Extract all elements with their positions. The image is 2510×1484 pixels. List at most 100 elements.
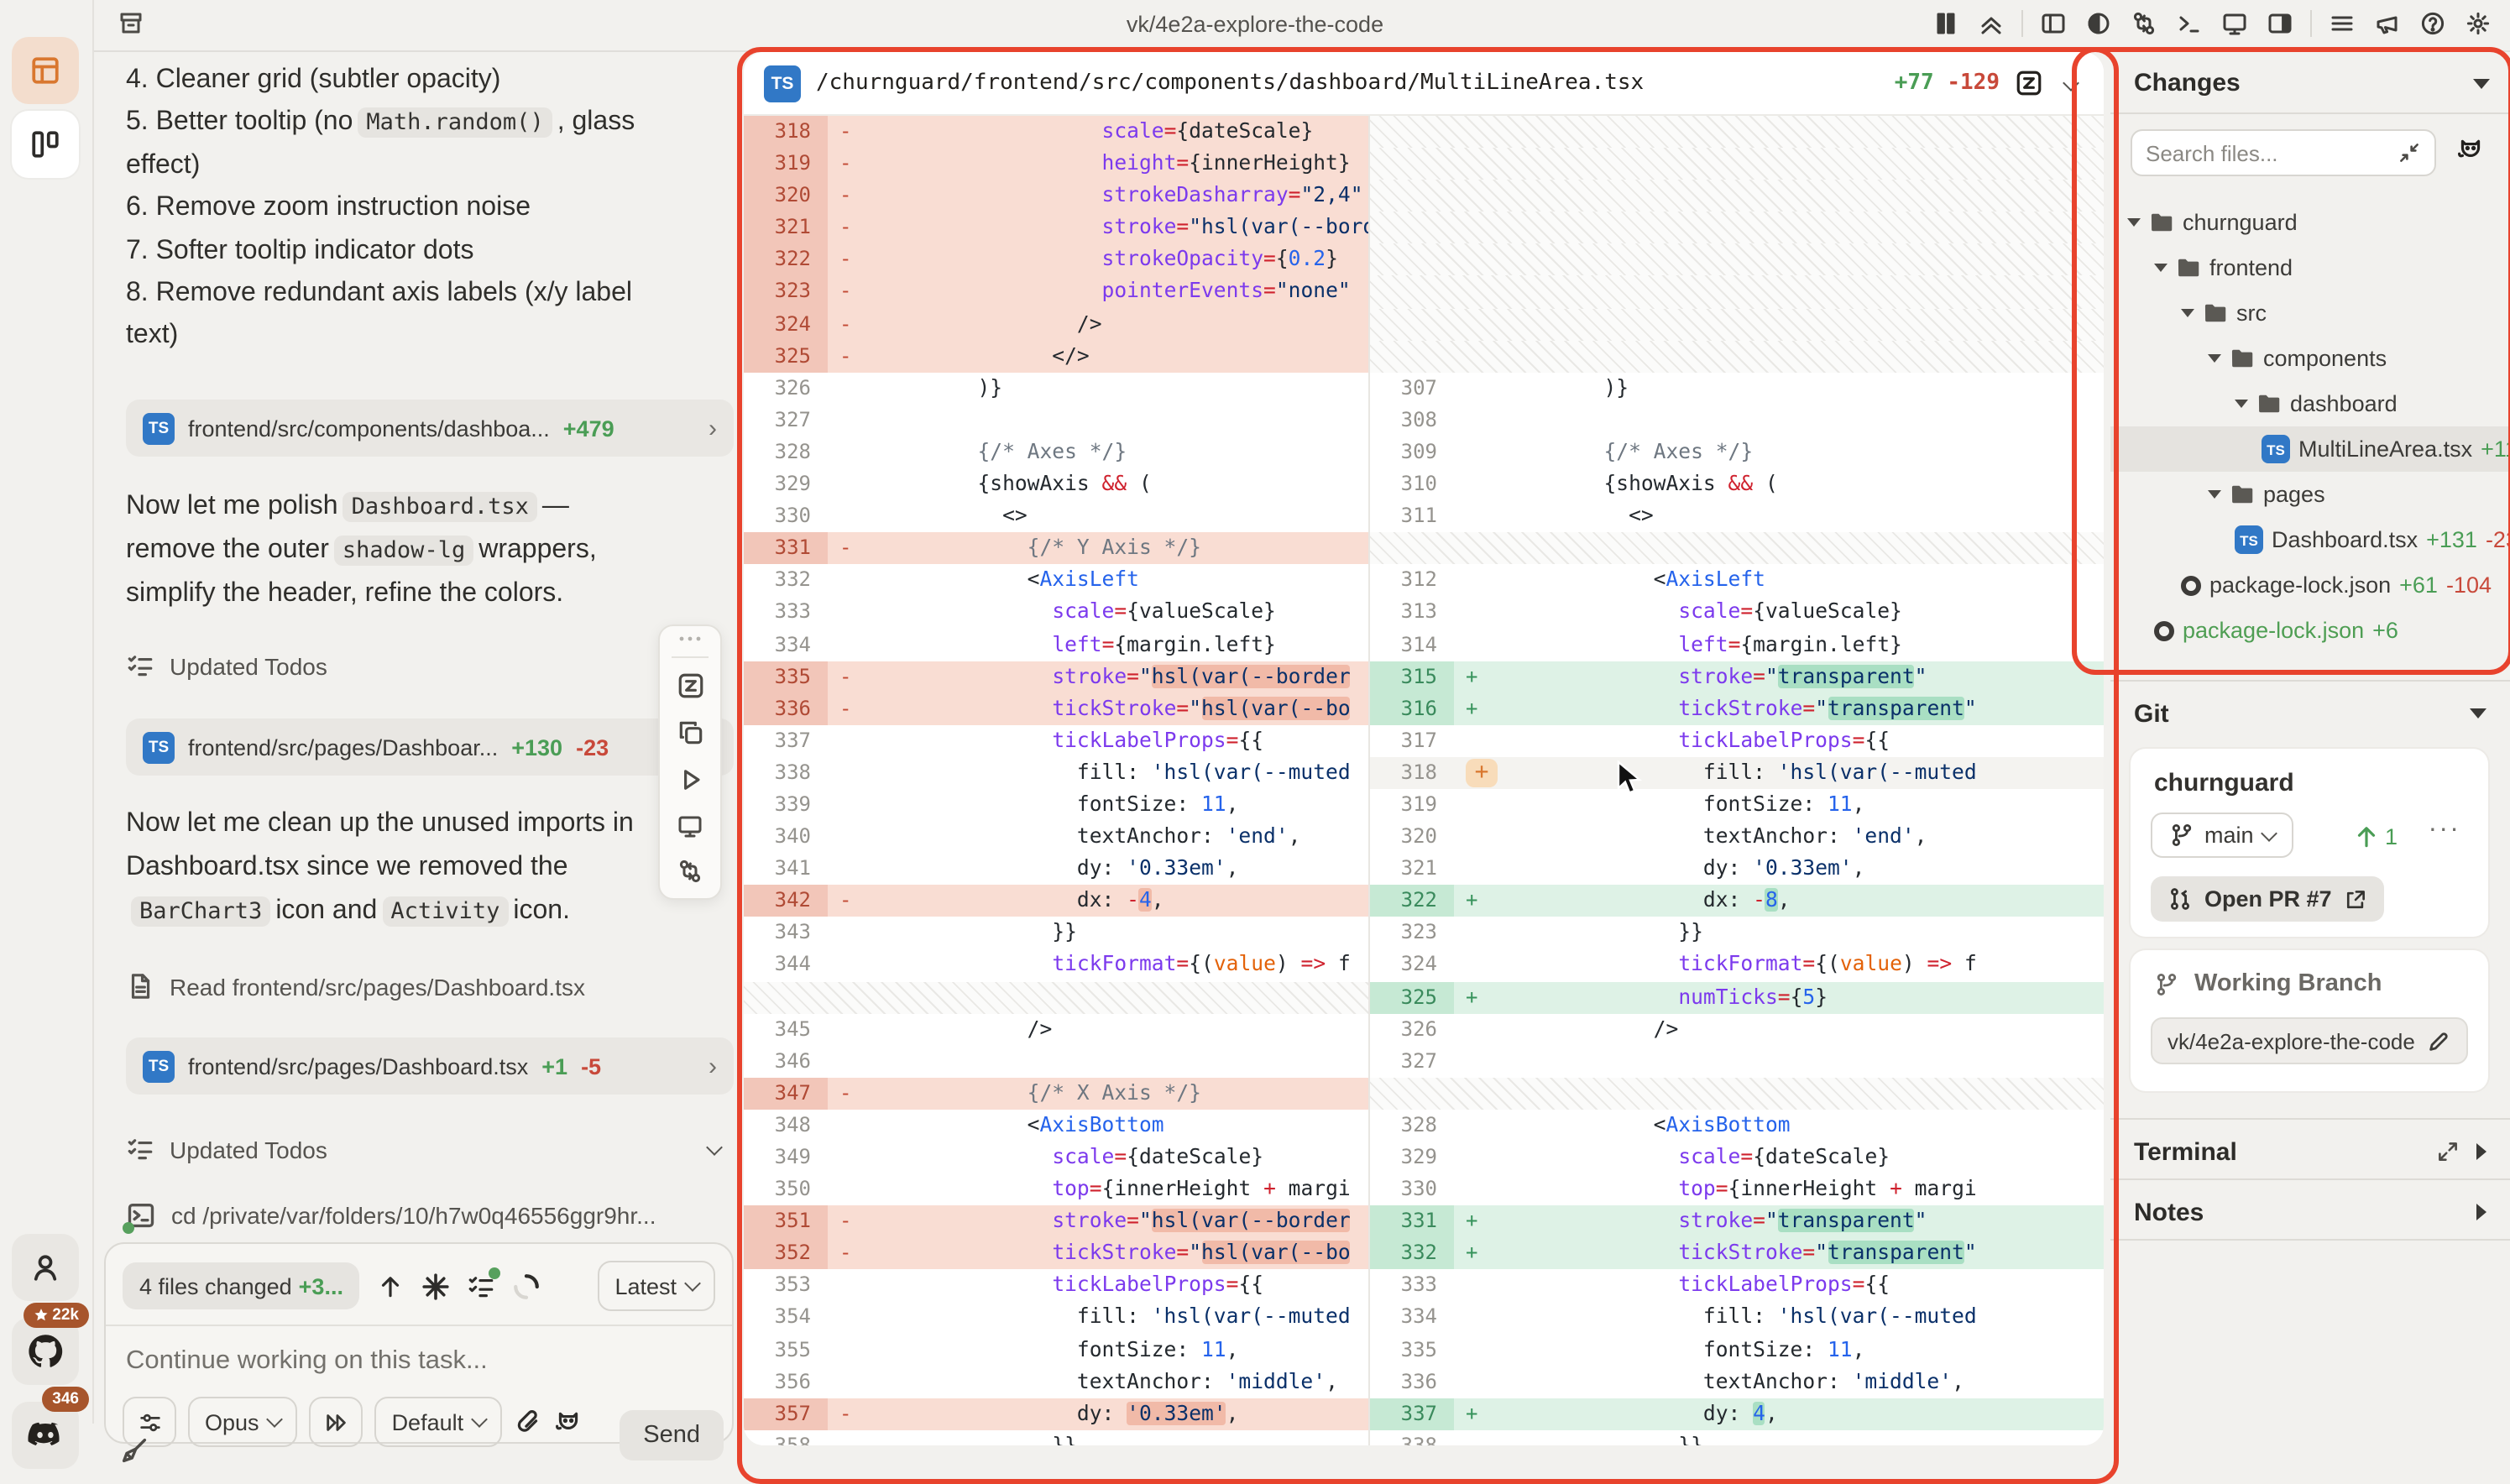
diff-row[interactable]: 330 <>311 <> bbox=[744, 500, 2104, 532]
diff-row[interactable]: 341 dy: '0.33em',321 dy: '0.33em', bbox=[744, 853, 2104, 885]
diff-row[interactable]: 323- pointerEvents="none" bbox=[744, 276, 2104, 308]
expand-icon[interactable] bbox=[2436, 1140, 2460, 1163]
github-button[interactable]: 22k bbox=[12, 1318, 79, 1385]
more-menu[interactable]: ... bbox=[2429, 809, 2461, 839]
notes-section-header[interactable]: Notes bbox=[2110, 1189, 2510, 1236]
file-chip-dashboard-progress[interactable]: TS frontend/src/pages/Dashboar... +130 -… bbox=[126, 718, 734, 776]
z-diff-icon[interactable] bbox=[2015, 69, 2043, 97]
contrast-icon[interactable] bbox=[2084, 8, 2114, 39]
diff-row[interactable]: 352- tickStroke="hsl(var(--bo332+ tickSt… bbox=[744, 1238, 2104, 1270]
git-section-header[interactable]: Git bbox=[2110, 692, 2510, 735]
diff-row[interactable]: 329 {showAxis && (310 {showAxis && ( bbox=[744, 468, 2104, 500]
copy-icon[interactable] bbox=[676, 718, 704, 747]
todos-icon[interactable] bbox=[468, 1272, 496, 1300]
z-diff-icon[interactable] bbox=[676, 671, 704, 700]
megaphone-icon[interactable] bbox=[2372, 8, 2403, 39]
diff-row[interactable]: 350 top={innerHeight + margi330 top={inn… bbox=[744, 1173, 2104, 1205]
gear-icon[interactable] bbox=[2463, 8, 2493, 39]
add-comment-button[interactable]: + bbox=[1466, 759, 1498, 787]
branch-dropdown[interactable]: main bbox=[2151, 813, 2294, 858]
caret-down-icon[interactable] bbox=[2208, 354, 2221, 363]
cat-icon[interactable] bbox=[2456, 136, 2485, 165]
changes-header[interactable]: Changes bbox=[2134, 69, 2241, 97]
open-pr-button[interactable]: Open PR #7 bbox=[2151, 876, 2384, 922]
diff-row[interactable]: 347- {/* X Axis */} bbox=[744, 1078, 2104, 1110]
diff-row[interactable]: 342- dx: -4,322+ dx: -8, bbox=[744, 886, 2104, 917]
account-button[interactable] bbox=[12, 1234, 79, 1301]
read-file-row[interactable]: Read frontend/src/pages/Dashboard.tsx bbox=[126, 972, 585, 1001]
diff-row[interactable]: 337 tickLabelProps={{317 tickLabelProps=… bbox=[744, 725, 2104, 757]
diff-row[interactable]: 334 left={margin.left}314 left={margin.l… bbox=[744, 629, 2104, 661]
diff-row[interactable]: 345 />326 /> bbox=[744, 1013, 2104, 1045]
collapse-changes-icon[interactable] bbox=[2473, 79, 2490, 89]
git-compare-icon[interactable] bbox=[677, 858, 703, 885]
diff-row[interactable]: 326 )}307 )} bbox=[744, 373, 2104, 405]
diff-row[interactable]: 357- dy: '0.33em',337+ dy: 4, bbox=[744, 1398, 2104, 1430]
diff-row[interactable]: 356 textAnchor: 'middle',336 textAnchor:… bbox=[744, 1366, 2104, 1398]
terminal-section-header[interactable]: Terminal bbox=[2110, 1128, 2510, 1175]
help-icon[interactable] bbox=[2418, 8, 2448, 39]
diff-row[interactable]: 321- stroke="hsl(var(--border bbox=[744, 212, 2104, 244]
terminal-prompt-icon[interactable] bbox=[2174, 8, 2204, 39]
diff-row[interactable]: 318- scale={dateScale} bbox=[744, 116, 2104, 148]
play-icon[interactable] bbox=[676, 766, 704, 794]
diff-row[interactable]: 340 textAnchor: 'end',320 textAnchor: 'e… bbox=[744, 821, 2104, 853]
scroll-up-icon[interactable] bbox=[377, 1272, 405, 1300]
diff-row[interactable]: 335- stroke="hsl(var(--border315+ stroke… bbox=[744, 661, 2104, 692]
updated-todos-row-2[interactable]: Updated Todos bbox=[126, 1135, 720, 1163]
attach-icon[interactable] bbox=[514, 1408, 542, 1436]
updated-todos-row[interactable]: Updated Todos bbox=[126, 651, 327, 680]
model-dropdown[interactable]: Opus bbox=[188, 1397, 298, 1447]
caret-down-icon[interactable] bbox=[2235, 400, 2248, 408]
diff-row[interactable]: 325- </> bbox=[744, 340, 2104, 372]
broom-icon[interactable] bbox=[119, 1435, 149, 1466]
tree-item-package-lock-json[interactable]: package-lock.json+6 bbox=[2110, 608, 2510, 653]
caret-down-icon[interactable] bbox=[2127, 218, 2141, 227]
diff-row[interactable]: 354 fill: 'hsl(var(--muted334 fill: 'hsl… bbox=[744, 1302, 2104, 1334]
terminal-command-row[interactable]: cd /private/var/folders/10/h7w0q46556ggr… bbox=[126, 1200, 656, 1231]
caret-down-icon[interactable] bbox=[2181, 309, 2194, 317]
diff-row[interactable]: 343 }}323 }} bbox=[744, 917, 2104, 949]
tree-item-components[interactable]: components bbox=[2110, 336, 2510, 381]
tree-item-package-lock-json[interactable]: package-lock.json+61-104 bbox=[2110, 562, 2510, 608]
collapse-up-icon[interactable] bbox=[1976, 8, 2006, 39]
diff-row[interactable]: 353 tickLabelProps={{333 tickLabelProps=… bbox=[744, 1270, 2104, 1302]
files-changed-chip[interactable]: 4 files changed +3... bbox=[123, 1262, 360, 1309]
diff-row[interactable]: 355 fontSize: 11,335 fontSize: 11, bbox=[744, 1334, 2104, 1366]
diff-row[interactable]: 351- stroke="hsl(var(--border331+ stroke… bbox=[744, 1205, 2104, 1237]
grip-dots-icon[interactable] bbox=[677, 635, 703, 643]
sparkle-icon[interactable] bbox=[422, 1272, 451, 1300]
edit-pencil-icon[interactable] bbox=[2426, 1028, 2451, 1053]
monitor-icon[interactable] bbox=[677, 813, 703, 839]
panel-left-icon[interactable] bbox=[2038, 8, 2068, 39]
panel-right-icon[interactable] bbox=[2265, 8, 2295, 39]
diff-row[interactable]: 346327 bbox=[744, 1045, 2104, 1077]
diff-row[interactable]: 333 scale={valueScale}313 scale={valueSc… bbox=[744, 597, 2104, 629]
diff-row[interactable]: 339 fontSize: 11,319 fontSize: 11, bbox=[744, 789, 2104, 821]
tree-item-dashboard[interactable]: dashboard bbox=[2110, 381, 2510, 426]
diff-row[interactable]: 328 {/* Axes */}309 {/* Axes */} bbox=[744, 436, 2104, 468]
send-button[interactable]: Send bbox=[620, 1410, 724, 1460]
working-branch-input[interactable]: vk/4e2a-explore-the-code bbox=[2151, 1017, 2468, 1064]
diff-row[interactable]: 320- strokeDasharray="2,4" bbox=[744, 180, 2104, 212]
layout-panel-button[interactable] bbox=[12, 37, 79, 104]
diff-row[interactable]: 349 scale={dateScale}329 scale={dateScal… bbox=[744, 1142, 2104, 1173]
search-files-input[interactable]: Search files... bbox=[2131, 129, 2436, 176]
pause-icon[interactable] bbox=[1931, 8, 1961, 39]
caret-down-icon[interactable] bbox=[2208, 490, 2221, 499]
menu-icon[interactable] bbox=[2327, 8, 2357, 39]
discord-button[interactable]: 346 bbox=[12, 1402, 79, 1469]
diff-row[interactable]: 336- tickStroke="hsl(var(--bo316+ tickSt… bbox=[744, 692, 2104, 724]
kanban-button[interactable] bbox=[12, 111, 79, 178]
collapse-diff-icon[interactable] bbox=[2063, 75, 2079, 91]
tree-item-pages[interactable]: pages bbox=[2110, 472, 2510, 517]
mode-dropdown[interactable]: Default bbox=[375, 1397, 503, 1447]
diff-row[interactable]: 358 }}338 }} bbox=[744, 1430, 2104, 1445]
diff-row[interactable]: 325+ numTicks={5} bbox=[744, 981, 2104, 1013]
diff-row[interactable]: 348 <AxisBottom328 <AxisBottom bbox=[744, 1110, 2104, 1142]
latest-dropdown[interactable]: Latest bbox=[598, 1261, 715, 1311]
tree-item-multilinearea-tsx[interactable]: TSMultiLineArea.tsx+110-162 bbox=[2110, 426, 2510, 472]
composer-input[interactable]: Continue working on this task... bbox=[106, 1326, 732, 1377]
git-compare-icon[interactable] bbox=[2129, 8, 2159, 39]
file-chip-multilinearea[interactable]: TS frontend/src/components/dashboa... +4… bbox=[126, 400, 734, 457]
